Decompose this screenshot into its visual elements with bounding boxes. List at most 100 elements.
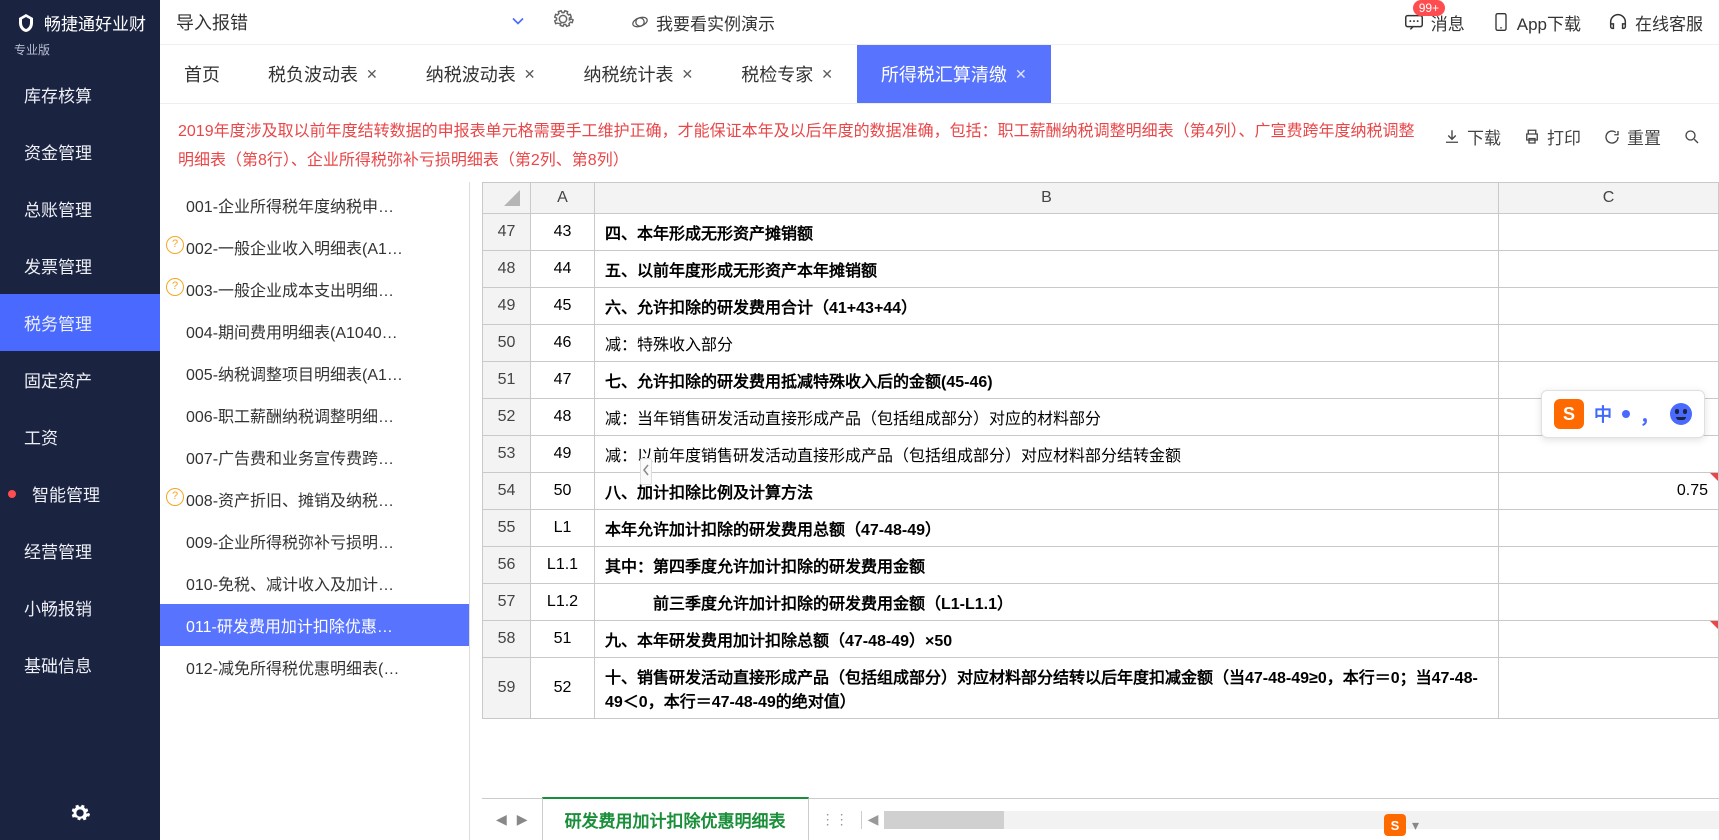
tab-2[interactable]: 纳税波动表✕	[402, 45, 560, 103]
cell[interactable]	[1499, 509, 1719, 546]
nav-item-8[interactable]: 经营管理	[0, 522, 160, 579]
col-header[interactable]: C	[1499, 182, 1719, 213]
col-header[interactable]: A	[531, 182, 595, 213]
tab-3[interactable]: 纳税统计表✕	[559, 45, 717, 103]
nav-item-6[interactable]: 工资	[0, 408, 160, 465]
tree-item-10[interactable]: 011-研发费用加计扣除优惠…	[160, 604, 469, 646]
ime-punct-icon[interactable]: ，	[1640, 400, 1660, 429]
cell[interactable]: 48	[531, 398, 595, 435]
cell[interactable]: 减：当年销售研发活动直接形成产品（包括组成部分）对应的材料部分	[595, 398, 1499, 435]
ime-emoji-icon[interactable]	[1670, 403, 1692, 425]
horizontal-scrollbar[interactable]: ◀	[861, 811, 1719, 829]
row-header[interactable]: 47	[483, 213, 531, 250]
support-button[interactable]: 在线客服	[1607, 10, 1703, 35]
tree-item-11[interactable]: 012-减免所得税优惠明细表(…	[160, 646, 469, 688]
cell[interactable]: 其中：第四季度允许加计扣除的研发费用金额	[595, 546, 1499, 583]
cell[interactable]: L1.2	[531, 583, 595, 620]
col-header[interactable]: B	[595, 182, 1499, 213]
tree-item-6[interactable]: 007-广告费和业务宣传费跨…	[160, 436, 469, 478]
cell[interactable]	[1499, 324, 1719, 361]
cell[interactable]: 减：特殊收入部分	[595, 324, 1499, 361]
spreadsheet[interactable]: ABC4743四、本年形成无形资产摊销额4844五、以前年度形成无形资产本年摊销…	[482, 182, 1719, 798]
cell[interactable]: 六、允许扣除的研发费用合计（41+43+44）	[595, 287, 1499, 324]
cell[interactable]: 前三季度允许加计扣除的研发费用金额（L1-L1.1）	[595, 583, 1499, 620]
tree-item-9[interactable]: 010-免税、减计收入及加计…	[160, 562, 469, 604]
tab-0[interactable]: 首页	[160, 45, 244, 103]
cell[interactable]: 五、以前年度形成无形资产本年摊销额	[595, 250, 1499, 287]
cell[interactable]	[1499, 657, 1719, 718]
row-header[interactable]: 52	[483, 398, 531, 435]
close-icon[interactable]: ✕	[821, 66, 833, 83]
cell[interactable]	[1499, 620, 1719, 657]
close-icon[interactable]: ✕	[366, 66, 378, 83]
cell[interactable]: 45	[531, 287, 595, 324]
row-header[interactable]: 54	[483, 472, 531, 509]
ime-mini[interactable]: S ▾	[1384, 814, 1419, 836]
cell[interactable]: 减：以前年度销售研发活动直接形成产品（包括组成部分）对应材料部分结转金额	[595, 435, 1499, 472]
nav-item-2[interactable]: 总账管理	[0, 180, 160, 237]
row-header[interactable]: 58	[483, 620, 531, 657]
cell[interactable]: 八、加计扣除比例及计算方法	[595, 472, 1499, 509]
cell[interactable]: 43	[531, 213, 595, 250]
sheet-nav[interactable]: ◀ ▶	[482, 811, 542, 828]
tree-item-2[interactable]: 003-一般企业成本支出明细…	[160, 268, 469, 310]
cell[interactable]	[1499, 213, 1719, 250]
row-header[interactable]: 56	[483, 546, 531, 583]
tree-item-5[interactable]: 006-职工薪酬纳税调整明细…	[160, 394, 469, 436]
nav-item-3[interactable]: 发票管理	[0, 237, 160, 294]
sheet-tab-active[interactable]: 研发费用加计扣除优惠明细表	[542, 797, 809, 840]
nav-item-5[interactable]: 固定资产	[0, 351, 160, 408]
nav-item-10[interactable]: 基础信息	[0, 636, 160, 693]
row-header[interactable]: 53	[483, 435, 531, 472]
download-button[interactable]: 下载	[1443, 124, 1501, 149]
messages-button[interactable]: 99+ 消息	[1403, 10, 1465, 35]
cell[interactable]: 四、本年形成无形资产摊销额	[595, 213, 1499, 250]
row-header[interactable]: 49	[483, 287, 531, 324]
cell[interactable]: L1	[531, 509, 595, 546]
cell[interactable]: 52	[531, 657, 595, 718]
cell[interactable]: 49	[531, 435, 595, 472]
cell[interactable]: 51	[531, 620, 595, 657]
nav-item-9[interactable]: 小畅报销	[0, 579, 160, 636]
cell[interactable]: 七、允许扣除的研发费用抵减特殊收入后的金额(45-46)	[595, 361, 1499, 398]
cell[interactable]	[1499, 250, 1719, 287]
ime-lang[interactable]: 中	[1594, 401, 1612, 427]
prev-sheet-icon[interactable]: ◀	[496, 811, 507, 828]
nav-item-7[interactable]: 智能管理	[0, 465, 160, 522]
next-sheet-icon[interactable]: ▶	[517, 811, 528, 828]
cell[interactable]: 十、销售研发活动直接形成产品（包括组成部分）对应材料部分结转以后年度扣减金额（当…	[595, 657, 1499, 718]
tab-5[interactable]: 所得税汇算清缴✕	[857, 45, 1051, 103]
cell[interactable]: 46	[531, 324, 595, 361]
sheet-menu-icon[interactable]: ⋮⋮	[809, 811, 861, 828]
cell[interactable]: 47	[531, 361, 595, 398]
reset-button[interactable]: 重置	[1603, 124, 1661, 149]
cell[interactable]: 九、本年研发费用加计扣除总额（47-48-49）×50	[595, 620, 1499, 657]
close-icon[interactable]: ✕	[681, 66, 693, 83]
tree-item-7[interactable]: 008-资产折旧、摊销及纳税…	[160, 478, 469, 520]
cell[interactable]: 0.75	[1499, 472, 1719, 509]
nav-item-0[interactable]: 库存核算	[0, 66, 160, 123]
nav-item-1[interactable]: 资金管理	[0, 123, 160, 180]
collapse-handle-icon[interactable]	[640, 458, 652, 485]
sidebar-settings-icon[interactable]	[0, 792, 160, 840]
nav-item-4[interactable]: 税务管理	[0, 294, 160, 351]
tree-item-4[interactable]: 005-纳税调整项目明细表(A1…	[160, 352, 469, 394]
tab-4[interactable]: 税检专家✕	[717, 45, 857, 103]
row-header[interactable]: 55	[483, 509, 531, 546]
tab-1[interactable]: 税负波动表✕	[244, 45, 402, 103]
cell[interactable]	[1499, 287, 1719, 324]
row-header[interactable]: 48	[483, 250, 531, 287]
tree-item-0[interactable]: 001-企业所得税年度纳税申…	[160, 184, 469, 226]
cell[interactable]: 本年允许加计扣除的研发费用总额（47-48-49）	[595, 509, 1499, 546]
tree-item-1[interactable]: 002-一般企业收入明细表(A1…	[160, 226, 469, 268]
cell[interactable]: L1.1	[531, 546, 595, 583]
cell[interactable]	[1499, 583, 1719, 620]
ime-toolbar[interactable]: S 中 ，	[1541, 390, 1705, 438]
close-icon[interactable]: ✕	[524, 66, 536, 83]
print-button[interactable]: 打印	[1523, 124, 1581, 149]
cell[interactable]: 50	[531, 472, 595, 509]
chevron-down-icon[interactable]	[508, 11, 528, 34]
demo-link[interactable]: 我要看实例演示	[630, 10, 775, 35]
scroll-left-icon[interactable]: ◀	[862, 811, 885, 828]
cell[interactable]	[1499, 546, 1719, 583]
